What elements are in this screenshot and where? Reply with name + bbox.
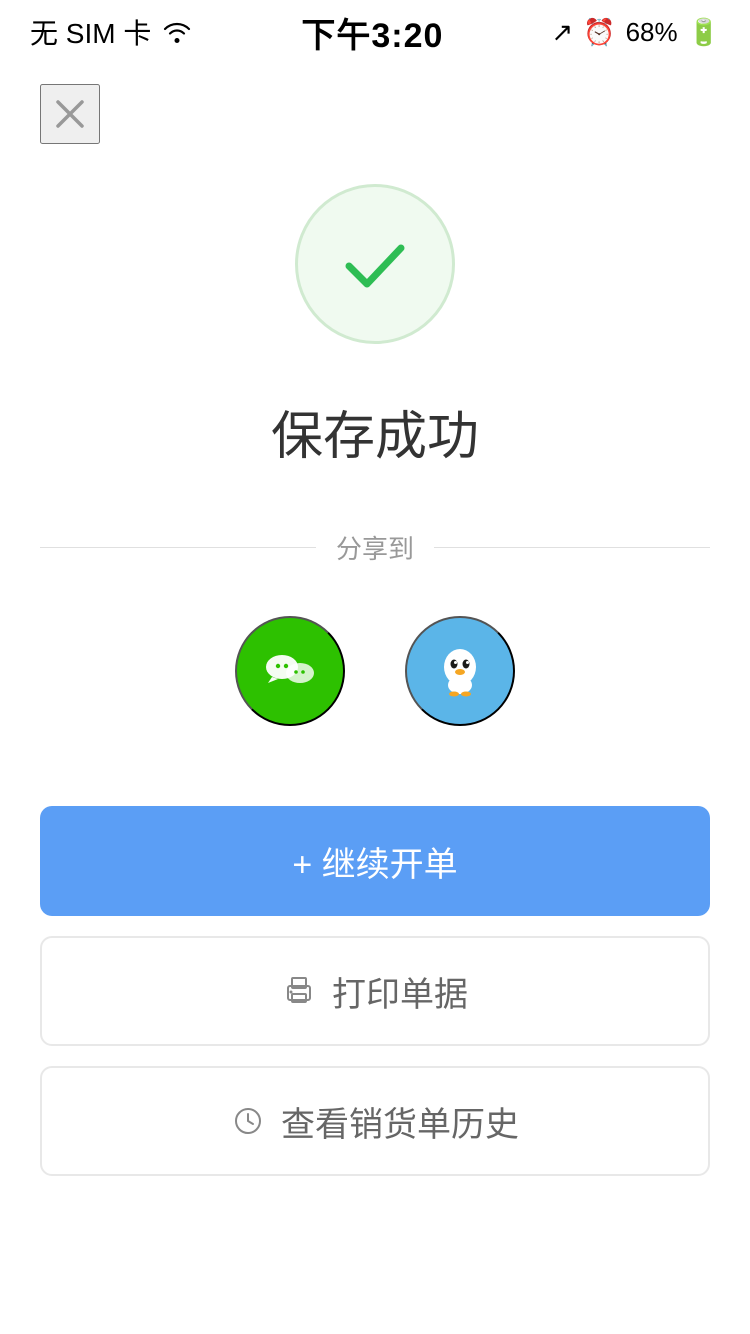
success-title: 保存成功: [271, 394, 479, 469]
history-icon: [231, 1104, 265, 1138]
share-icons-row: [235, 616, 515, 726]
location-icon: ↗: [551, 17, 573, 48]
battery-icon: 🔋: [688, 17, 720, 48]
print-button[interactable]: 打印单据: [40, 936, 710, 1046]
success-icon-wrapper: [295, 184, 455, 344]
status-bar: 无 SIM 卡 下午3:20 ↗ ⏰ 68% 🔋: [0, 0, 750, 64]
status-right: ↗ ⏰ 68% 🔋: [551, 17, 720, 48]
status-time: 下午3:20: [301, 8, 443, 57]
continue-button-label: + 继续开单: [292, 837, 457, 886]
main-container: 保存成功 分享到: [0, 64, 750, 1176]
alarm-icon: ⏰: [583, 17, 615, 48]
action-buttons: + 继续开单 打印单据 查看销货单历史: [40, 806, 710, 1176]
wifi-icon: [161, 21, 193, 43]
print-icon: [282, 974, 316, 1008]
status-left: 无 SIM 卡: [30, 12, 193, 52]
divider-left: [40, 547, 316, 548]
qq-share-button[interactable]: [405, 616, 515, 726]
history-button[interactable]: 查看销货单历史: [40, 1066, 710, 1176]
sim-text: 无 SIM 卡: [30, 12, 151, 52]
close-button[interactable]: [40, 84, 100, 144]
share-divider-row: 分享到: [40, 529, 710, 566]
continue-button[interactable]: + 继续开单: [40, 806, 710, 916]
share-label: 分享到: [336, 529, 414, 566]
divider-right: [434, 547, 710, 548]
print-button-label: 打印单据: [332, 967, 468, 1016]
success-checkmark-icon: [335, 224, 415, 304]
wechat-share-button[interactable]: [235, 616, 345, 726]
qq-icon: [428, 639, 492, 703]
history-button-label: 查看销货单历史: [281, 1097, 519, 1146]
battery-text: 68%: [626, 17, 678, 48]
wechat-icon: [258, 639, 322, 703]
